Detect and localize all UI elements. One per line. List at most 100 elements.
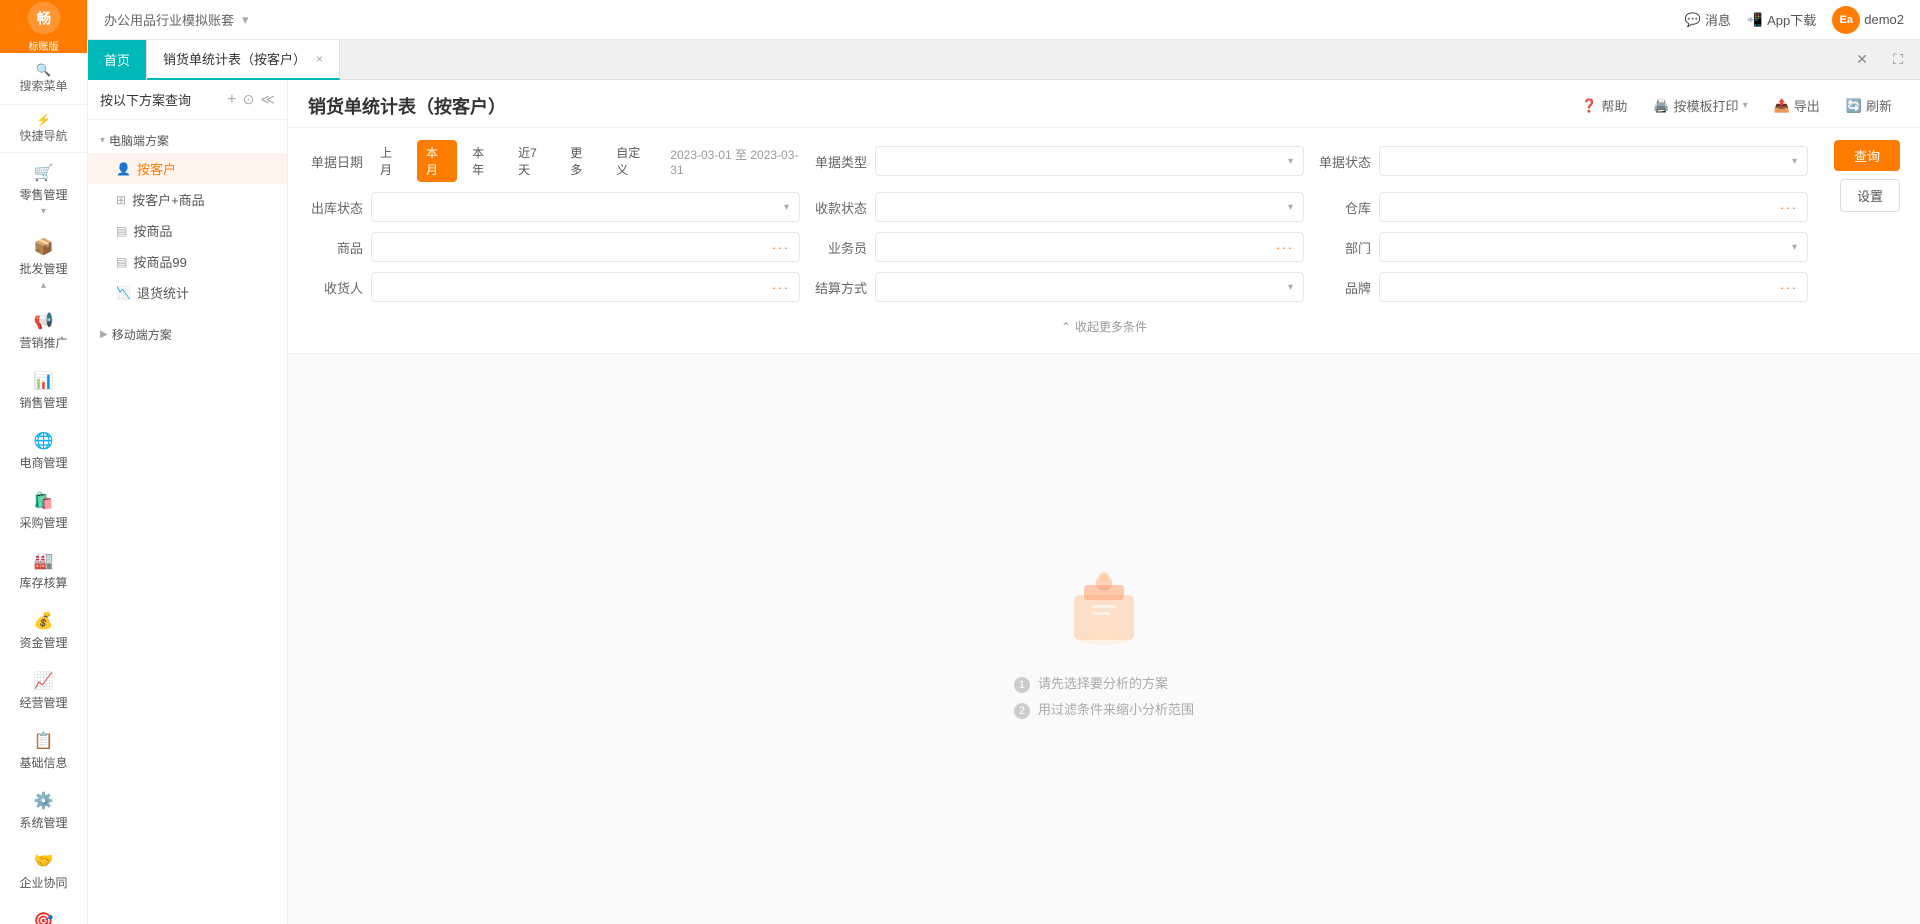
date-btn-last-month[interactable]: 上月	[371, 140, 411, 182]
logo-text: 标账版	[29, 38, 59, 53]
salesperson-select[interactable]: ···	[875, 232, 1304, 262]
user-profile-btn[interactable]: Ea demo2	[1832, 6, 1904, 34]
collapse-panel-btn[interactable]: ≪	[260, 91, 275, 108]
settlement-caret: ▾	[1288, 282, 1293, 293]
sidebar-item-operations[interactable]: 📈 经营管理	[0, 661, 87, 721]
sidebar-item-operations-label: 经营管理	[19, 694, 67, 711]
date-btn-custom[interactable]: 自定义	[607, 140, 658, 182]
export-icon: 📤	[1774, 98, 1790, 114]
order-status-select[interactable]: ▾	[1379, 146, 1808, 176]
app-download-btn[interactable]: 📲 App下载	[1747, 10, 1816, 29]
search-menu-item[interactable]: 🔍 搜索菜单	[0, 53, 87, 105]
purchase-icon: 🛍️	[34, 491, 54, 511]
sidebar-item-marketing[interactable]: 📢 营销推广	[0, 301, 87, 361]
sidebar-item-purchase[interactable]: 🛍️ 采购管理	[0, 481, 87, 541]
out-status-cell: 出库状态 ▾	[308, 192, 800, 222]
sidebar-item-guide[interactable]: 🎯 新手引导	[0, 901, 87, 924]
left-panel-header: 按以下方案查询 + ⊙ ≪	[88, 80, 287, 120]
date-btn-this-month[interactable]: 本月	[417, 140, 457, 182]
filter-row-1: 单据日期 上月 本月 本年 近7天 更多 自定义 2023-03-01 至 20…	[308, 140, 1808, 182]
collapse-more-btn[interactable]: ⌃ 收起更多条件	[308, 312, 1900, 341]
mobile-group-header[interactable]: ▶ 移动端方案	[88, 320, 287, 347]
help-label: 帮助	[1601, 96, 1627, 115]
sidebar-item-wholesale[interactable]: 📦 批发管理 ▴	[0, 227, 87, 301]
scheme-item-by-customer[interactable]: 👤 按客户	[88, 153, 287, 184]
ecommerce-icon: 🌐	[34, 431, 54, 451]
settings-button[interactable]: 设置	[1840, 179, 1900, 212]
sidebar-item-enterprise[interactable]: 🤝 企业协同	[0, 841, 87, 901]
sidebar-item-ecommerce[interactable]: 🌐 电商管理	[0, 421, 87, 481]
desktop-group-header[interactable]: ▾ 电脑端方案	[88, 126, 287, 153]
maximize-btn[interactable]: ⛶	[1884, 46, 1912, 74]
filter-row-2: 出库状态 ▾ 收款状态 ▾	[308, 192, 1808, 222]
scheme-by-product-label: 按商品	[133, 221, 172, 240]
date-btn-7days[interactable]: 近7天	[509, 140, 555, 182]
collect-status-select[interactable]: ▾	[875, 192, 1304, 222]
system-icon: ⚙️	[34, 791, 54, 811]
left-panel-actions: + ⊙ ≪	[227, 91, 275, 109]
scheme-item-return-stats[interactable]: 📉 退货统计	[88, 277, 287, 308]
department-select[interactable]: ▾	[1379, 232, 1808, 262]
sidebar-item-sales[interactable]: 📊 销售管理	[0, 361, 87, 421]
empty-tips: 请先选择要分析的方案 用过滤条件来缩小分析范围	[1014, 671, 1194, 723]
topbar-dropdown-icon[interactable]: ▾	[242, 12, 249, 28]
enterprise-icon: 🤝	[34, 851, 54, 871]
scheme-customer-product-label: 按客户+商品	[132, 190, 205, 209]
brand-select[interactable]: ···	[1379, 272, 1808, 302]
scheme-item-by-product[interactable]: ▤ 按商品	[88, 215, 287, 246]
date-filter: 上月 本月 本年 近7天 更多 自定义 2023-03-01 至 2023-03…	[371, 140, 800, 182]
help-btn[interactable]: ❓ 帮助	[1573, 92, 1635, 119]
scheme-item-customer-product[interactable]: ⊞ 按客户+商品	[88, 184, 287, 215]
receiver-select[interactable]: ···	[371, 272, 800, 302]
print-btn[interactable]: 🖨️ 按模板打印 ▾	[1645, 92, 1755, 119]
warehouse-select[interactable]: ···	[1379, 192, 1808, 222]
brand-dots[interactable]: ···	[1780, 279, 1797, 295]
sidebar-item-finance[interactable]: 💰 资金管理	[0, 601, 87, 661]
product-select[interactable]: ···	[371, 232, 800, 262]
department-caret: ▾	[1792, 242, 1797, 253]
refresh-btn[interactable]: 🔄 刷新	[1838, 92, 1900, 119]
sidebar-item-system-label: 系统管理	[19, 814, 67, 831]
tab-sales-stats[interactable]: 销货单统计表（按客户） ×	[147, 40, 340, 80]
sidebar-item-inventory[interactable]: 🏭 库存核算	[0, 541, 87, 601]
out-status-select[interactable]: ▾	[371, 192, 800, 222]
sidebar-item-basic[interactable]: 📋 基础信息	[0, 721, 87, 781]
close-window-btn[interactable]: ✕	[1848, 46, 1876, 74]
receiver-dots[interactable]: ···	[772, 279, 789, 295]
desktop-group-label: 电脑端方案	[109, 132, 169, 149]
product-cell: 商品 ···	[308, 232, 800, 262]
product-dots[interactable]: ···	[772, 239, 789, 255]
export-btn[interactable]: 📤 导出	[1766, 92, 1828, 119]
scheme-return-stats-label: 退货统计	[137, 283, 189, 302]
sidebar-item-retail[interactable]: 🛒 零售管理 ▾	[0, 153, 87, 227]
tab-close-btn[interactable]: ×	[316, 52, 323, 66]
settings-scheme-btn[interactable]: ⊙	[243, 91, 255, 108]
tabs-bar: 首页 销货单统计表（按客户） × ✕ ⛶	[88, 40, 1920, 80]
filter-main: 单据日期 上月 本月 本年 近7天 更多 自定义 2023-03-01 至 20…	[308, 140, 1900, 312]
tab-home[interactable]: 首页	[88, 40, 147, 80]
search-button[interactable]: 查询	[1834, 140, 1900, 171]
filter-area: 单据日期 上月 本月 本年 近7天 更多 自定义 2023-03-01 至 20…	[288, 128, 1920, 354]
order-type-select[interactable]: ▾	[875, 146, 1304, 176]
wholesale-icon: 📦	[34, 237, 54, 257]
page-actions: ❓ 帮助 🖨️ 按模板打印 ▾ 📤 导出 🔄 刷新	[1573, 92, 1900, 119]
message-btn[interactable]: 💬 消息	[1685, 10, 1731, 29]
left-panel-title: 按以下方案查询	[100, 90, 191, 109]
scheme-item-by-product99[interactable]: ▤ 按商品99	[88, 246, 287, 277]
search-menu-label: 搜索菜单	[19, 79, 67, 93]
quick-nav-label: 快捷导航	[19, 129, 67, 143]
scheme-by-customer-label: 按客户	[137, 159, 176, 178]
topbar: 办公用品行业模拟账套 ▾ 💬 消息 📲 App下载 Ea demo2	[88, 0, 1920, 40]
salesperson-dots[interactable]: ···	[1276, 239, 1293, 255]
department-cell: 部门 ▾	[1316, 232, 1808, 262]
settlement-select[interactable]: ▾	[875, 272, 1304, 302]
add-scheme-btn[interactable]: +	[227, 91, 236, 109]
sidebar-item-system[interactable]: ⚙️ 系统管理	[0, 781, 87, 841]
warehouse-dots[interactable]: ···	[1780, 199, 1797, 215]
sidebar-item-sales-label: 销售管理	[19, 394, 67, 411]
date-btn-more[interactable]: 更多	[561, 140, 601, 182]
date-btn-this-year[interactable]: 本年	[463, 140, 503, 182]
order-type-cell: 单据类型 ▾	[812, 146, 1304, 176]
quick-nav-item[interactable]: ⚡ 快捷导航	[0, 105, 87, 153]
page-header: 销货单统计表（按客户） ❓ 帮助 🖨️ 按模板打印 ▾ 📤 导出	[288, 80, 1920, 128]
